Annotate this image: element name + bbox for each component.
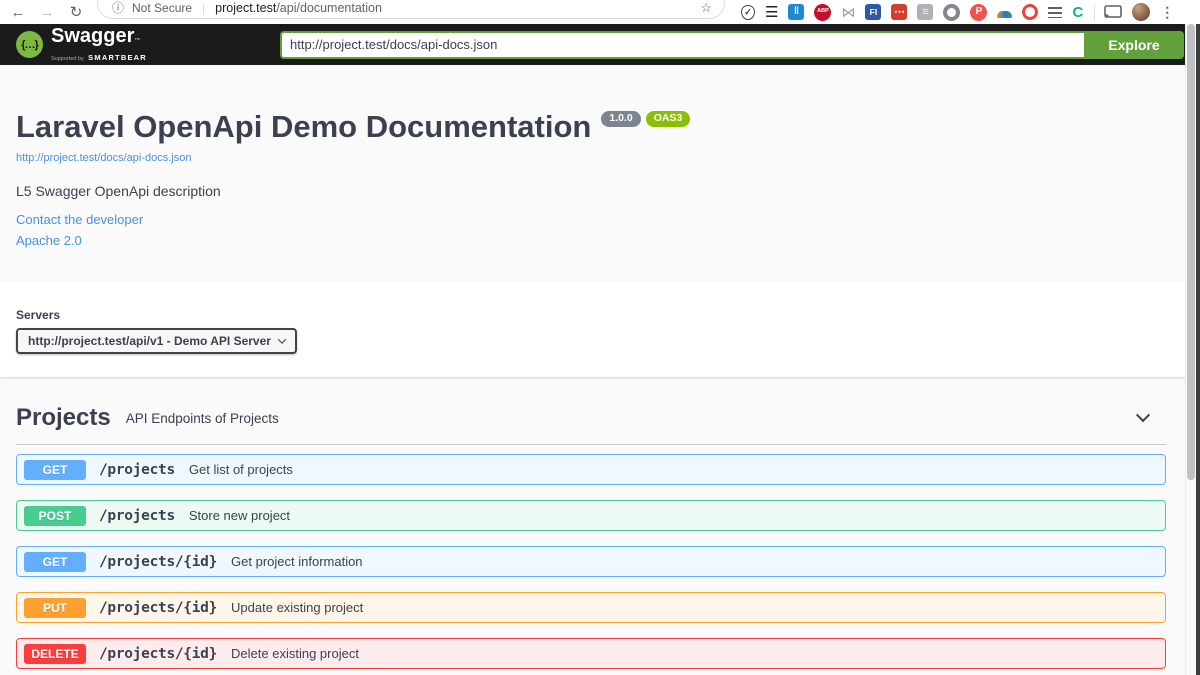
- chevron-down-icon: [277, 335, 287, 344]
- api-info-section: Laravel OpenApi Demo Documentation 1.0.0…: [0, 65, 1200, 248]
- shield-check-icon[interactable]: ✓: [741, 4, 755, 20]
- swagger-topbar: {…} Swagger™ Supported by SMARTBEAR Expl…: [0, 24, 1200, 65]
- address-url: project.test/api/documentation: [215, 1, 382, 15]
- address-domain: project.test: [215, 0, 277, 15]
- supported-by-label: Supported by: [51, 56, 84, 62]
- swagger-wordmark: Swagger™ Supported by SMARTBEAR: [51, 26, 147, 63]
- brand-name: Swagger: [51, 25, 135, 47]
- card-dots-icon[interactable]: ⋯: [891, 4, 908, 20]
- version-badge: 1.0.0: [601, 111, 641, 127]
- adblock-plus-icon[interactable]: ABP: [814, 3, 832, 21]
- profile-avatar[interactable]: [1132, 3, 1151, 21]
- spiral-icon[interactable]: [1022, 4, 1039, 20]
- method-badge: DELETE: [24, 643, 86, 664]
- screen-edge-strip: [1196, 24, 1200, 675]
- extensions-row: ✓ ☰ ‖ ABP ⋈ FI ⋯ ≡ P C: [741, 3, 1083, 21]
- swagger-logo-icon: {…}: [16, 31, 43, 58]
- endpoint-summary: Delete existing project: [231, 646, 359, 661]
- layers-icon[interactable]: ☰: [765, 5, 778, 20]
- endpoint-row-delete-project-id[interactable]: DELETE /projects/{id} Delete existing pr…: [16, 638, 1166, 669]
- endpoint-summary: Update existing project: [231, 600, 364, 615]
- endpoint-summary: Store new project: [188, 508, 291, 523]
- oas-badge: OAS3: [645, 111, 691, 127]
- info-icon[interactable]: ⓘ: [112, 0, 124, 16]
- method-badge: PUT: [24, 597, 86, 618]
- toolbar-divider: [1094, 4, 1096, 20]
- endpoint-row-post-projects[interactable]: POST /projects Store new project: [16, 500, 1166, 531]
- fi-icon[interactable]: FI: [865, 4, 882, 20]
- smartbear-label: SMARTBEAR: [88, 53, 147, 62]
- tag-description: API Endpoints of Projects: [125, 410, 279, 426]
- browser-chrome: ← → ↻ ⓘ Not Secure | project.test/api/do…: [0, 0, 1200, 24]
- scheme-container: Servers http://project.test/api/v1 - Dem…: [0, 282, 1200, 377]
- contact-link[interactable]: Contact the developer: [16, 212, 1184, 227]
- servers-label: Servers: [16, 308, 61, 322]
- trello-icon[interactable]: ‖: [788, 4, 805, 20]
- pocket-icon[interactable]: P: [970, 3, 988, 21]
- back-icon[interactable]: ←: [10, 5, 26, 20]
- reload-icon[interactable]: ↻: [68, 5, 84, 20]
- method-badge: GET: [24, 551, 86, 572]
- tag-header[interactable]: Projects API Endpoints of Projects: [16, 404, 1166, 445]
- grammarly-icon[interactable]: C: [1072, 5, 1083, 20]
- page-title: Laravel OpenApi Demo Documentation 1.0.0…: [16, 109, 1184, 145]
- browser-menu-icon[interactable]: ⋮: [1160, 4, 1174, 21]
- endpoint-row-put-project-id[interactable]: PUT /projects/{id} Update existing proje…: [16, 592, 1166, 623]
- address-bar[interactable]: ⓘ Not Secure | project.test/api/document…: [97, 0, 725, 19]
- spec-link[interactable]: http://project.test/docs/api-docs.json: [16, 152, 191, 164]
- scrollbar-track[interactable]: [1185, 24, 1196, 675]
- forward-icon[interactable]: →: [39, 5, 55, 20]
- endpoint-summary: Get list of projects: [188, 462, 293, 477]
- endpoint-summary: Get project information: [231, 554, 363, 569]
- security-label: Not Secure: [132, 0, 193, 15]
- explore-button[interactable]: Explore: [1084, 30, 1184, 59]
- endpoint-row-get-project-id[interactable]: GET /projects/{id} Get project informati…: [16, 546, 1166, 577]
- servers-selected-value: http://project.test/api/v1 - Demo API Se…: [28, 334, 271, 348]
- sliders-icon[interactable]: [1048, 6, 1063, 18]
- trademark: ™: [134, 38, 141, 44]
- spec-url-input[interactable]: [280, 30, 1084, 59]
- bowtie-icon[interactable]: ⋈: [841, 5, 855, 19]
- endpoint-path: /projects: [99, 507, 175, 524]
- endpoint-row-get-projects[interactable]: GET /projects Get list of projects: [16, 454, 1166, 485]
- cast-icon[interactable]: [1104, 5, 1123, 19]
- servers-select[interactable]: http://project.test/api/v1 - Demo API Se…: [16, 328, 297, 354]
- projects-section: Projects API Endpoints of Projects GET /p…: [16, 404, 1166, 669]
- endpoint-path: /projects: [99, 461, 175, 478]
- tag-name: Projects: [16, 404, 111, 431]
- method-badge: GET: [24, 459, 86, 480]
- endpoint-list: GET /projects Get list of projects POST …: [16, 454, 1166, 669]
- ring-icon[interactable]: [943, 3, 961, 21]
- spec-url-form: Explore: [280, 30, 1184, 59]
- license-link[interactable]: Apache 2.0: [16, 233, 1184, 248]
- address-path: /api/documentation: [276, 0, 382, 15]
- bookmark-star-icon[interactable]: ☆: [700, 0, 712, 16]
- layers-gray-icon[interactable]: ≡: [917, 4, 934, 20]
- endpoint-path: /projects/{id}: [99, 599, 218, 616]
- endpoint-path: /projects/{id}: [99, 553, 218, 570]
- endpoint-path: /projects/{id}: [99, 645, 218, 662]
- api-description: L5 Swagger OpenApi description: [16, 183, 221, 199]
- collapse-chevron-icon[interactable]: [1135, 408, 1151, 423]
- scrollbar-thumb[interactable]: [1187, 24, 1195, 480]
- address-divider: |: [202, 0, 206, 15]
- arc-icon[interactable]: [997, 11, 1013, 18]
- method-badge: POST: [24, 505, 86, 526]
- api-title: Laravel OpenApi Demo Documentation: [16, 109, 592, 144]
- swagger-logo[interactable]: {…} Swagger™ Supported by SMARTBEAR: [16, 26, 147, 63]
